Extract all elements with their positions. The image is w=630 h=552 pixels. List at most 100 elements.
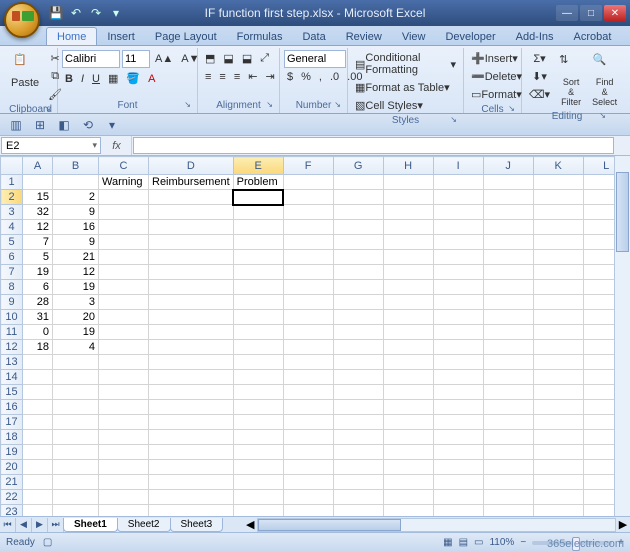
cell-H4[interactable]: [383, 220, 433, 235]
col-header-K[interactable]: K: [533, 157, 583, 175]
vertical-scrollbar[interactable]: [614, 156, 630, 516]
cell-C5[interactable]: [99, 235, 149, 250]
row-header-13[interactable]: 13: [1, 355, 23, 370]
col-header-I[interactable]: I: [433, 157, 483, 175]
row-header-14[interactable]: 14: [1, 370, 23, 385]
cell-B1[interactable]: [53, 175, 99, 190]
cell-E8[interactable]: [233, 280, 283, 295]
cell-K11[interactable]: [533, 325, 583, 340]
macro-record-icon[interactable]: ▢: [43, 537, 52, 548]
cell-F15[interactable]: [283, 385, 333, 400]
cell-I23[interactable]: [433, 505, 483, 517]
row-header-22[interactable]: 22: [1, 490, 23, 505]
cell-B2[interactable]: 2: [53, 190, 99, 205]
qat-more-icon[interactable]: ▾: [108, 5, 124, 21]
name-box[interactable]: E2: [1, 137, 101, 154]
cell-A10[interactable]: 31: [23, 310, 53, 325]
row-header-3[interactable]: 3: [1, 205, 23, 220]
cell-H12[interactable]: [383, 340, 433, 355]
cell-D23[interactable]: [149, 505, 234, 517]
align-center-icon[interactable]: ≡: [216, 68, 228, 85]
cell-K7[interactable]: [533, 265, 583, 280]
ribbon-tab-developer[interactable]: Developer: [435, 28, 505, 45]
cell-H14[interactable]: [383, 370, 433, 385]
align-left-icon[interactable]: ≡: [202, 68, 214, 85]
cell-G14[interactable]: [333, 370, 383, 385]
cell-E3[interactable]: [233, 205, 283, 220]
cell-C17[interactable]: [99, 415, 149, 430]
cell-G2[interactable]: [333, 190, 383, 205]
cell-F11[interactable]: [283, 325, 333, 340]
cell-G12[interactable]: [333, 340, 383, 355]
cell-C3[interactable]: [99, 205, 149, 220]
cell-J4[interactable]: [483, 220, 533, 235]
cell-K9[interactable]: [533, 295, 583, 310]
cell-J22[interactable]: [483, 490, 533, 505]
cell-I11[interactable]: [433, 325, 483, 340]
cell-B23[interactable]: [53, 505, 99, 517]
cell-A3[interactable]: 32: [23, 205, 53, 220]
cell-C23[interactable]: [99, 505, 149, 517]
cell-D14[interactable]: [149, 370, 234, 385]
cell-B9[interactable]: 3: [53, 295, 99, 310]
align-middle-icon[interactable]: ⬓: [220, 50, 236, 67]
cell-I14[interactable]: [433, 370, 483, 385]
cell-J20[interactable]: [483, 460, 533, 475]
cell-B4[interactable]: 16: [53, 220, 99, 235]
find-select-button[interactable]: 🔍 Find & Select: [589, 50, 620, 110]
ribbon-tab-data[interactable]: Data: [292, 28, 335, 45]
cell-F14[interactable]: [283, 370, 333, 385]
cell-F8[interactable]: [283, 280, 333, 295]
view-pagebreak-icon[interactable]: ▭: [474, 537, 483, 548]
cell-E15[interactable]: [233, 385, 283, 400]
tab-nav-next-icon[interactable]: ▶: [32, 518, 48, 532]
cell-G6[interactable]: [333, 250, 383, 265]
cell-F6[interactable]: [283, 250, 333, 265]
cell-F1[interactable]: [283, 175, 333, 190]
cell-G11[interactable]: [333, 325, 383, 340]
cell-B14[interactable]: [53, 370, 99, 385]
cell-D15[interactable]: [149, 385, 234, 400]
cell-G22[interactable]: [333, 490, 383, 505]
cell-F2[interactable]: [283, 190, 333, 205]
cell-A14[interactable]: [23, 370, 53, 385]
delete-cells-button[interactable]: ➖Delete▾: [468, 68, 525, 85]
ribbon-tab-page-layout[interactable]: Page Layout: [145, 28, 227, 45]
cell-F19[interactable]: [283, 445, 333, 460]
border-icon[interactable]: ▦: [105, 70, 121, 87]
cell-F3[interactable]: [283, 205, 333, 220]
cell-A8[interactable]: 6: [23, 280, 53, 295]
cell-F4[interactable]: [283, 220, 333, 235]
cell-H11[interactable]: [383, 325, 433, 340]
tab-nav-last-icon[interactable]: ⏭: [48, 518, 64, 532]
cell-I19[interactable]: [433, 445, 483, 460]
cell-C13[interactable]: [99, 355, 149, 370]
cell-J3[interactable]: [483, 205, 533, 220]
cell-G17[interactable]: [333, 415, 383, 430]
cell-J13[interactable]: [483, 355, 533, 370]
cell-H5[interactable]: [383, 235, 433, 250]
cell-B5[interactable]: 9: [53, 235, 99, 250]
cell-D3[interactable]: [149, 205, 234, 220]
col-header-G[interactable]: G: [333, 157, 383, 175]
insert-cells-button[interactable]: ➕Insert▾: [468, 50, 521, 67]
col-header-A[interactable]: A: [23, 157, 53, 175]
format-as-table-button[interactable]: ▦ Format as Table ▾: [352, 79, 453, 96]
row-header-18[interactable]: 18: [1, 430, 23, 445]
cell-B17[interactable]: [53, 415, 99, 430]
cell-J10[interactable]: [483, 310, 533, 325]
cell-I21[interactable]: [433, 475, 483, 490]
font-size-select[interactable]: [122, 50, 150, 68]
cell-G23[interactable]: [333, 505, 383, 517]
cell-E2[interactable]: [233, 190, 283, 205]
cell-I6[interactable]: [433, 250, 483, 265]
ribbon-tab-insert[interactable]: Insert: [97, 28, 145, 45]
cell-K5[interactable]: [533, 235, 583, 250]
col-header-H[interactable]: H: [383, 157, 433, 175]
row-header-2[interactable]: 2: [1, 190, 23, 205]
cell-J16[interactable]: [483, 400, 533, 415]
ribbon-tab-home[interactable]: Home: [46, 27, 97, 45]
cell-H20[interactable]: [383, 460, 433, 475]
cell-B13[interactable]: [53, 355, 99, 370]
cell-E10[interactable]: [233, 310, 283, 325]
